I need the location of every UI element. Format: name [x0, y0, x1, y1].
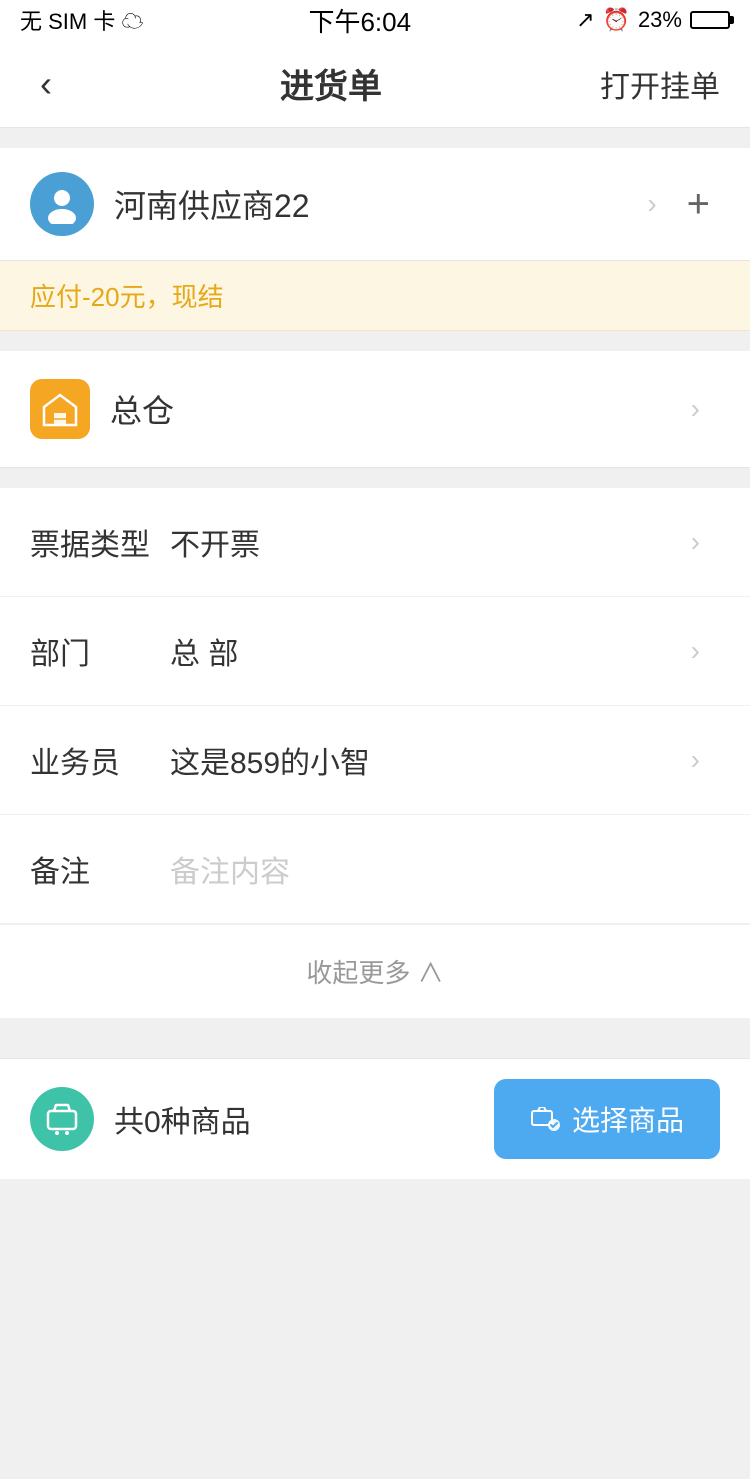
sim-label: 无 SIM 卡 ☁ — [20, 4, 143, 36]
section-divider-2 — [0, 331, 750, 351]
status-time: 下午6:04 — [308, 2, 411, 39]
staff-chevron-icon: › — [691, 744, 700, 776]
remark-row[interactable]: 备注 备注内容 — [0, 815, 750, 924]
product-cart-svg — [44, 1101, 80, 1137]
department-row[interactable]: 部门 总 部 › — [0, 597, 750, 706]
battery-icon — [690, 11, 730, 29]
bottom-bar: 共0种商品 选择商品 — [0, 1058, 750, 1179]
ticket-type-chevron-icon: › — [691, 526, 700, 558]
collapse-button[interactable]: 收起更多 ∧ — [0, 924, 750, 1018]
status-bar: 无 SIM 卡 ☁ 下午6:04 ↗ ⏰ 23% — [0, 0, 750, 40]
warehouse-chevron-icon: › — [691, 393, 700, 425]
content-area — [0, 1179, 750, 1479]
supplier-avatar — [30, 172, 94, 236]
alarm-icon: ⏰ — [603, 7, 630, 33]
supplier-alert: 应付-20元，现结 — [0, 261, 750, 331]
warehouse-svg-icon — [42, 391, 78, 427]
section-divider-1 — [0, 128, 750, 148]
supplier-name: 河南供应商22 — [114, 181, 647, 227]
product-count-label: 共0种商品 — [114, 1097, 494, 1141]
open-pending-button[interactable]: 打开挂单 — [600, 62, 720, 106]
department-value: 总 部 — [170, 629, 691, 673]
staff-row[interactable]: 业务员 这是859的小智 › — [0, 706, 750, 815]
select-product-icon — [530, 1107, 560, 1131]
back-button[interactable]: ‹ — [30, 53, 62, 115]
supplier-row[interactable]: 河南供应商22 › + — [0, 148, 750, 261]
supplier-avatar-icon — [42, 184, 82, 224]
remark-label: 备注 — [30, 847, 170, 891]
remark-placeholder[interactable]: 备注内容 — [170, 847, 720, 891]
location-icon: ↗ — [576, 7, 594, 33]
page-title: 进货单 — [280, 59, 382, 108]
status-right: ↗ ⏰ 23% — [576, 7, 730, 33]
add-supplier-button[interactable]: + — [677, 182, 720, 227]
supplier-section: 河南供应商22 › + 应付-20元，现结 — [0, 148, 750, 331]
staff-value: 这是859的小智 — [170, 738, 691, 782]
select-product-button[interactable]: 选择商品 — [494, 1079, 720, 1159]
battery-percent: 23% — [638, 7, 682, 33]
department-chevron-icon: › — [691, 635, 700, 667]
section-divider-3 — [0, 1018, 750, 1038]
select-product-btn-label: 选择商品 — [572, 1099, 684, 1139]
supplier-chevron-icon: › — [647, 188, 656, 220]
warehouse-icon — [30, 379, 90, 439]
ticket-type-value: 不开票 — [170, 520, 691, 564]
warehouse-row[interactable]: 总仓 › — [0, 351, 750, 468]
form-section: 票据类型 不开票 › 部门 总 部 › 业务员 这是859的小智 › 备注 备注… — [0, 488, 750, 1018]
staff-label: 业务员 — [30, 738, 170, 782]
status-left: 无 SIM 卡 ☁ — [20, 4, 143, 36]
ticket-type-label: 票据类型 — [30, 520, 170, 564]
department-label: 部门 — [30, 629, 170, 673]
product-icon — [30, 1087, 94, 1151]
ticket-type-row[interactable]: 票据类型 不开票 › — [0, 488, 750, 597]
nav-bar: ‹ 进货单 打开挂单 — [0, 40, 750, 128]
warehouse-name: 总仓 — [110, 386, 691, 432]
